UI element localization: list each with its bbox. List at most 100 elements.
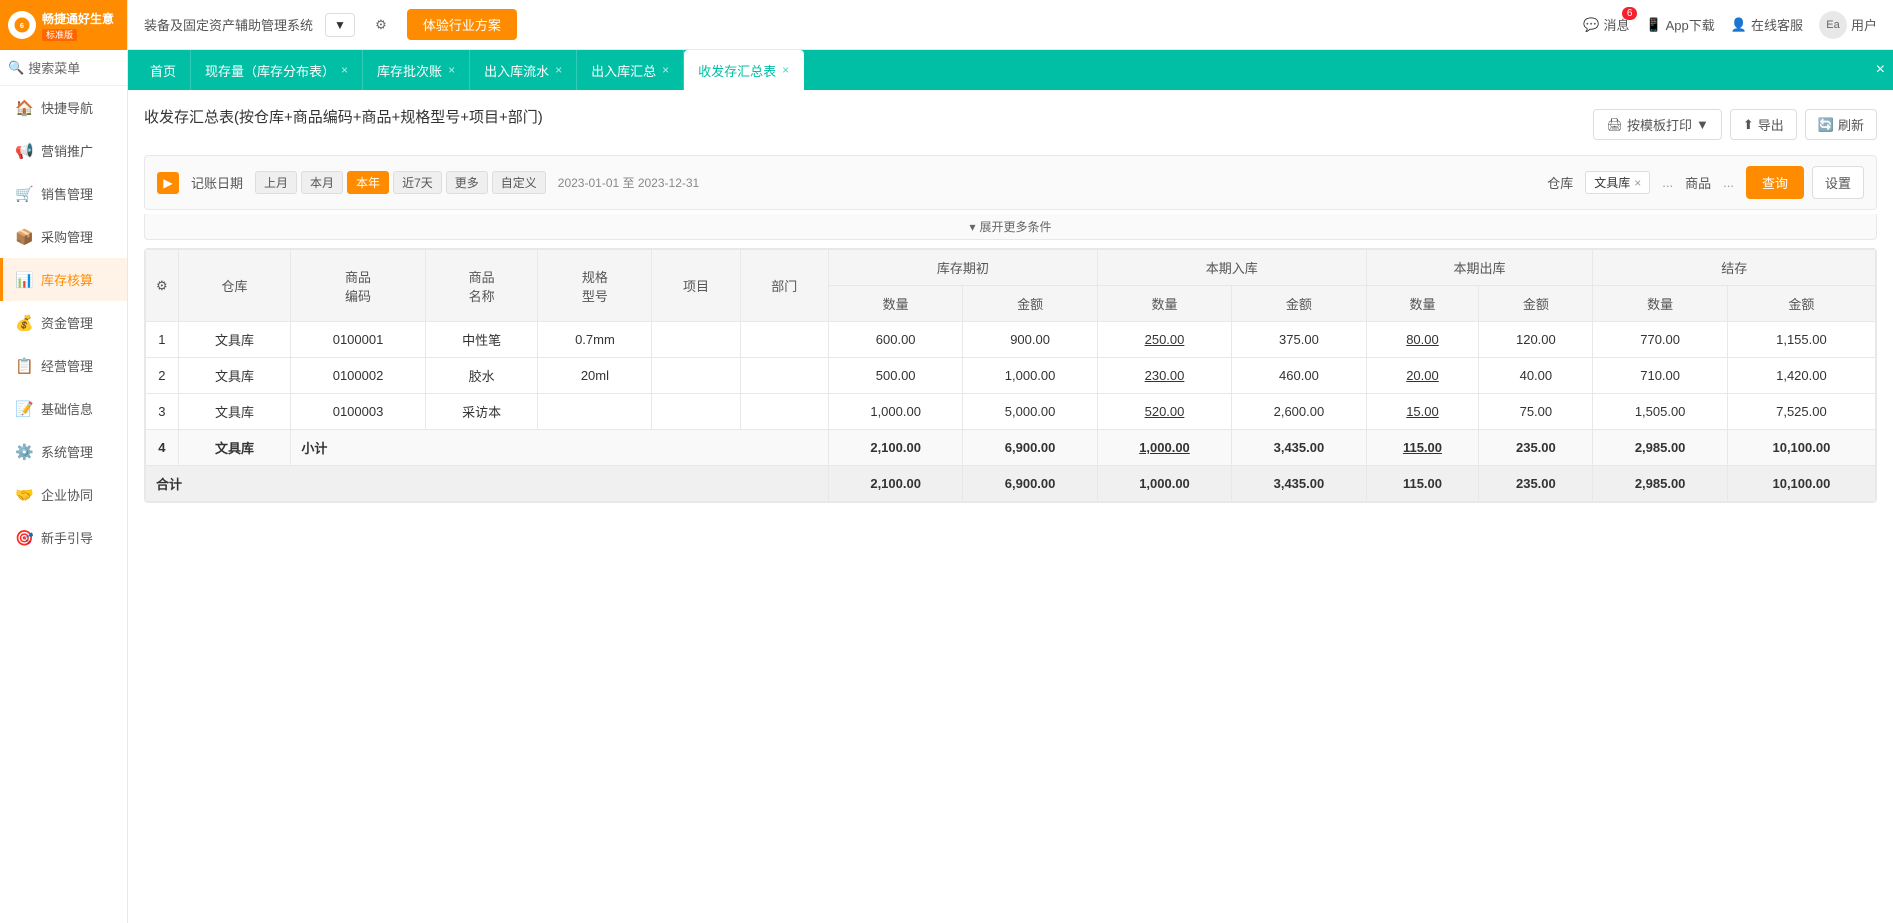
tab-receive-send[interactable]: 收发存汇总表 ×: [684, 50, 804, 90]
th-department: 部门: [740, 250, 828, 322]
th-settings[interactable]: ⚙: [146, 250, 179, 322]
system-select[interactable]: ▼: [325, 13, 355, 37]
user-item[interactable]: Ea 用户: [1819, 11, 1877, 39]
sidebar-item-basic[interactable]: 📝 基础信息: [0, 387, 127, 430]
cell-index: 1: [146, 322, 179, 358]
cell-code: 0100003: [291, 394, 425, 430]
cell-in-qty[interactable]: 520.00: [1097, 394, 1231, 430]
query-button[interactable]: 查询: [1746, 166, 1804, 199]
search-menu-item[interactable]: 🔍 搜索菜单: [0, 50, 127, 86]
th-out-amt: 金额: [1479, 286, 1593, 322]
tab-close-icon[interactable]: ×: [555, 63, 562, 77]
tab-close-icon[interactable]: ×: [662, 63, 669, 77]
system-icon: ⚙️: [15, 443, 33, 461]
date-btn-this-month[interactable]: 本月: [301, 171, 343, 194]
online-service-item[interactable]: 👤 在线客服: [1731, 15, 1803, 34]
settings-button[interactable]: 设置: [1812, 166, 1864, 199]
cell-name: 胶水: [425, 358, 538, 394]
message-icon: 💬: [1583, 17, 1599, 33]
subtotal-name: 小计: [291, 430, 829, 466]
sidebar-item-corp[interactable]: 🤝 企业协同: [0, 473, 127, 516]
cell-out-amt: 40.00: [1479, 358, 1593, 394]
tab-close-icon[interactable]: ×: [341, 63, 348, 77]
cell-balance-qty: 770.00: [1593, 322, 1727, 358]
expand-more-bar[interactable]: ▾ 展开更多条件: [144, 214, 1877, 240]
corp-icon: 🤝: [15, 486, 33, 504]
total-opening-qty: 2,100.00: [828, 466, 962, 502]
svg-text:6: 6: [20, 21, 24, 30]
date-btn-more[interactable]: 更多: [446, 171, 488, 194]
message-item[interactable]: 💬 消息 6: [1583, 15, 1629, 34]
date-btn-last-month[interactable]: 上月: [255, 171, 297, 194]
cell-balance-qty: 710.00: [1593, 358, 1727, 394]
sidebar: 6 畅捷通好生意 标准版 🔍 搜索菜单 🏠 快捷导航 📢 营销推广 🛒 销售管理…: [0, 0, 128, 923]
cell-in-amt: 2,600.00: [1232, 394, 1366, 430]
cell-out-qty[interactable]: 20.00: [1366, 358, 1479, 394]
cell-department: [740, 394, 828, 430]
sidebar-item-sales[interactable]: 🛒 销售管理: [0, 172, 127, 215]
sidebar-item-operation[interactable]: 📋 经营管理: [0, 344, 127, 387]
service-icon: 👤: [1731, 17, 1747, 33]
warehouse-remove-icon[interactable]: ×: [1634, 176, 1641, 190]
data-table: ⚙ 仓库 商品编码 商品名称 规格型号 项目 部门 库存期初 本期入库 本期出库: [145, 249, 1876, 502]
subtotal-in-amt: 3,435.00: [1232, 430, 1366, 466]
user-label: 用户: [1851, 15, 1877, 34]
cell-opening-amt: 900.00: [963, 322, 1097, 358]
cell-in-qty[interactable]: 230.00: [1097, 358, 1231, 394]
cell-in-qty[interactable]: 250.00: [1097, 322, 1231, 358]
sidebar-item-quick-nav[interactable]: 🏠 快捷导航: [0, 86, 127, 129]
basic-icon: 📝: [15, 400, 33, 418]
cell-opening-qty: 600.00: [828, 322, 962, 358]
warehouse-tag[interactable]: 文具库 ×: [1585, 171, 1650, 194]
sidebar-item-purchase[interactable]: 📦 采购管理: [0, 215, 127, 258]
subtotal-in-qty[interactable]: 1,000.00: [1097, 430, 1231, 466]
filter-bar: ▶ 记账日期 上月 本月 本年 近7天 更多 自定义 2023-01-01 至 …: [144, 155, 1877, 210]
header-right: 💬 消息 6 📱 App下载 👤 在线客服 Ea 用户: [1583, 11, 1877, 39]
warehouse-more[interactable]: ...: [1662, 175, 1673, 190]
cell-out-qty[interactable]: 80.00: [1366, 322, 1479, 358]
sidebar-item-finance[interactable]: 💰 资金管理: [0, 301, 127, 344]
sidebar-item-system[interactable]: ⚙️ 系统管理: [0, 430, 127, 473]
ea-label: Ea: [1826, 19, 1839, 31]
purchase-icon: 📦: [15, 228, 33, 246]
sidebar-item-inventory[interactable]: 📊 库存核算: [0, 258, 127, 301]
settings-icon[interactable]: ⚙: [367, 11, 395, 39]
date-btn-7days[interactable]: 近7天: [393, 171, 442, 194]
tab-close-icon[interactable]: ×: [448, 63, 455, 77]
main-content: 装备及固定资产辅助管理系统 ▼ ⚙ 体验行业方案 💬 消息 6 📱 App下载: [128, 0, 1893, 923]
sidebar-item-guide[interactable]: 🎯 新手引导: [0, 516, 127, 559]
tab-home[interactable]: 首页: [136, 50, 191, 90]
cell-out-qty[interactable]: 15.00: [1366, 394, 1479, 430]
goods-label: 商品: [1685, 173, 1711, 192]
tab-batch[interactable]: 库存批次账 ×: [363, 50, 470, 90]
date-btn-this-year[interactable]: 本年: [347, 171, 389, 194]
tab-inventory-dist[interactable]: 现存量（库存分布表） ×: [191, 50, 363, 90]
try-button[interactable]: 体验行业方案: [407, 9, 517, 40]
total-out-qty: 115.00: [1366, 466, 1479, 502]
warehouse-label: 仓库: [1547, 173, 1573, 192]
tab-summary[interactable]: 出入库汇总 ×: [577, 50, 684, 90]
tab-bar-close-button[interactable]: ×: [1876, 61, 1885, 79]
cell-spec: [538, 394, 652, 430]
cell-project: [652, 358, 740, 394]
filter-expand-button[interactable]: ▶: [157, 172, 179, 194]
th-warehouse: 仓库: [178, 250, 291, 322]
print-button[interactable]: 🖨 按模板打印 ▼: [1593, 109, 1721, 140]
tab-label: 出入库流水: [484, 61, 549, 80]
cell-warehouse: 文具库: [178, 322, 291, 358]
app-download-item[interactable]: 📱 App下载: [1645, 15, 1714, 34]
goods-more[interactable]: ...: [1723, 175, 1734, 190]
data-table-container: ⚙ 仓库 商品编码 商品名称 规格型号 项目 部门 库存期初 本期入库 本期出库: [144, 248, 1877, 503]
tab-flow[interactable]: 出入库流水 ×: [470, 50, 577, 90]
th-spec: 规格型号: [538, 250, 652, 322]
cell-department: [740, 322, 828, 358]
sidebar-item-marketing[interactable]: 📢 营销推广: [0, 129, 127, 172]
system-title: 装备及固定资产辅助管理系统: [144, 15, 313, 34]
date-btn-custom[interactable]: 自定义: [492, 171, 546, 194]
sidebar-item-label: 企业协同: [41, 485, 93, 504]
refresh-button[interactable]: 🔄 刷新: [1805, 109, 1877, 140]
tab-close-icon[interactable]: ×: [782, 63, 789, 77]
th-in-amt: 金额: [1232, 286, 1366, 322]
export-button[interactable]: ⬆ 导出: [1730, 109, 1797, 140]
subtotal-out-qty[interactable]: 115.00: [1366, 430, 1479, 466]
